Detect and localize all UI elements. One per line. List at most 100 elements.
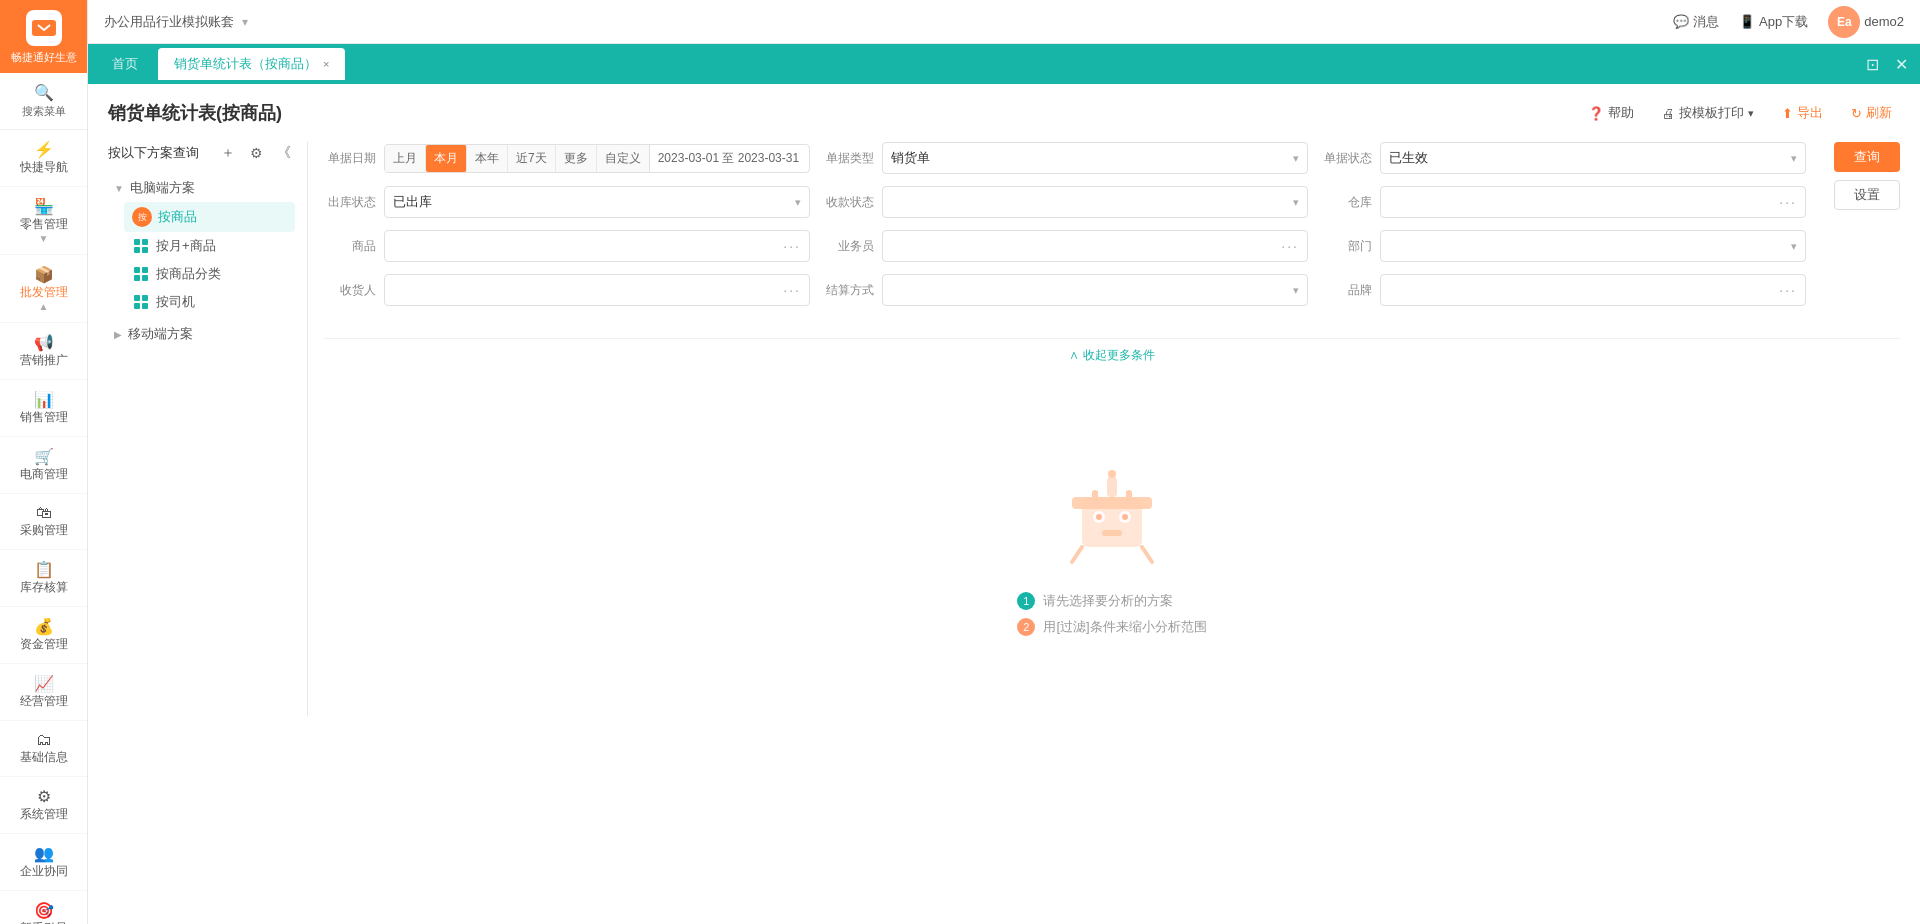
filter-field-brand: 品牌 ··· [1320,274,1806,306]
header-right: 💬 消息 📱 App下载 Ea demo2 [1673,6,1904,38]
brand-control[interactable]: ··· [1380,274,1806,306]
tab-close-icon[interactable]: × [323,58,329,70]
message-label: 消息 [1693,13,1719,31]
app-download-icon: 📱 [1739,14,1755,29]
tree-group-mobile-header[interactable]: ▶ 移动端方案 [108,320,295,348]
doc-status-control[interactable]: 已生效 ▾ [1380,142,1806,174]
industry-chevron: ▾ [242,15,248,29]
template-print-btn[interactable]: 🖨 按模板打印 ▾ [1654,100,1762,126]
nav-item-system[interactable]: ⚙ 系统管理 [0,777,87,834]
nav-item-inventory[interactable]: 📋 库存核算 [0,550,87,607]
operations-label: 经营管理 [20,693,68,710]
filter-field-doc-type: 单据类型 销货单 ▾ [822,142,1308,174]
settings-button[interactable]: 设置 [1834,180,1900,210]
filter-field-department: 部门 ▾ [1320,230,1806,262]
tab-home-label: 首页 [112,55,138,73]
export-btn[interactable]: ⬆ 导出 [1774,100,1831,126]
help-btn[interactable]: ❓ 帮助 [1580,100,1642,126]
date-tab-7days[interactable]: 近7天 [508,145,556,172]
nav-item-sales[interactable]: 📊 销售管理 [0,380,87,437]
action-buttons: 查询 设置 [1834,142,1900,210]
department-control[interactable]: ▾ [1380,230,1806,262]
filter-fields-area: 单据日期 上月 本月 本年 近7天 更多 自定义 [324,142,1806,318]
nav-item-retail[interactable]: 🏪 零售管理 ▼ [0,187,87,255]
header-left: 办公用品行业模拟账套 ▾ [104,13,248,31]
filter-row-date-type-status: 单据日期 上月 本月 本年 近7天 更多 自定义 [324,142,1806,174]
nav-item-marketing[interactable]: 📢 营销推广 [0,323,87,380]
scheme-panel: 按以下方案查询 ＋ ⚙ 《 ▼ 电脑端方案 [108,142,308,716]
collapse-conditions-bar[interactable]: ∧ 收起更多条件 [324,338,1900,372]
nav-item-finance[interactable]: 💰 资金管理 [0,607,87,664]
date-tab-custom[interactable]: 自定义 [597,145,649,172]
svg-rect-8 [142,275,148,281]
export-label: 导出 [1797,104,1823,122]
doc-type-label: 单据类型 [822,150,874,167]
date-filter-control[interactable]: 上月 本月 本年 近7天 更多 自定义 2023-03-01 至 2023-03… [384,144,810,173]
scheme-settings-btn[interactable]: ⚙ [245,142,267,164]
tip-text-1: 请先选择要分析的方案 [1043,592,1173,610]
date-tab-more[interactable]: 更多 [556,145,597,172]
tip-num-2: 2 [1017,618,1035,636]
nav-item-purchase[interactable]: 🛍 采购管理 [0,494,87,550]
tree-group-pc-header[interactable]: ▼ 电脑端方案 [108,174,295,202]
nav-item-guide[interactable]: 🎯 新手引导 [0,891,87,924]
doc-type-control[interactable]: 销货单 ▾ [882,142,1308,174]
settle-control[interactable]: ▾ [882,274,1308,306]
driver-icon [132,293,150,311]
query-button[interactable]: 查询 [1834,142,1900,172]
app-download-btn[interactable]: 📱 App下载 [1739,13,1808,31]
consignee-control[interactable]: ··· [384,274,810,306]
tree-item-month-goods[interactable]: 按月+商品 [124,232,295,260]
svg-point-17 [1096,514,1102,520]
date-tab-last-month[interactable]: 上月 [385,145,426,172]
goods-control[interactable]: ··· [384,230,810,262]
restore-window-btn[interactable]: ⊡ [1862,51,1883,78]
refresh-btn[interactable]: ↻ 刷新 [1843,100,1900,126]
tab-home[interactable]: 首页 [96,48,154,80]
settle-chevron: ▾ [1293,284,1299,297]
template-print-arrow: ▾ [1748,107,1754,120]
message-btn[interactable]: 💬 消息 [1673,13,1719,31]
receipt-status-control[interactable]: ▾ [882,186,1308,218]
svg-rect-2 [142,239,148,245]
doc-type-chevron: ▾ [1293,152,1299,165]
nav-item-wholesale[interactable]: 📦 批发管理 ▲ [0,255,87,323]
out-status-control[interactable]: 已出库 ▾ [384,186,810,218]
tree-group-mobile: ▶ 移动端方案 [108,320,295,348]
sidebar: 畅捷通好生意 🔍 搜索菜单 ⚡ 快捷导航 🏪 零售管理 ▼ 📦 批发管理 ▲ 📢… [0,0,88,924]
page-header: 销货单统计表(按商品) ❓ 帮助 🖨 按模板打印 ▾ ⬆ 导出 [108,100,1900,126]
svg-rect-9 [134,295,140,301]
nav-item-ecommerce[interactable]: 🛒 电商管理 [0,437,87,494]
template-print-label: 按模板打印 [1679,104,1744,122]
scheme-collapse-btn[interactable]: 《 [273,142,295,164]
scheme-add-btn[interactable]: ＋ [217,142,239,164]
nav-item-base-info[interactable]: 🗂 基础信息 [0,721,87,777]
goods-dots: ··· [783,238,801,254]
user-avatar-btn[interactable]: Ea demo2 [1828,6,1904,38]
filter-field-warehouse: 仓库 ··· [1320,186,1806,218]
out-status-label: 出库状态 [324,194,376,211]
tab-sales-report[interactable]: 销货单统计表（按商品） × [158,48,345,80]
tree-item-driver[interactable]: 按司机 [124,288,295,316]
top-header: 办公用品行业模拟账套 ▾ 💬 消息 📱 App下载 Ea demo2 [88,0,1920,44]
salesperson-control[interactable]: ··· [882,230,1308,262]
tree-item-by-goods[interactable]: 按 按商品 [124,202,295,232]
wholesale-icon: 📦 [34,265,54,284]
refresh-icon: ↻ [1851,106,1862,121]
tree-item-goods-cat[interactable]: 按商品分类 [124,260,295,288]
filter-field-out-status: 出库状态 已出库 ▾ [324,186,810,218]
scheme-panel-header: 按以下方案查询 ＋ ⚙ 《 [108,142,295,164]
refresh-label: 刷新 [1866,104,1892,122]
date-tab-this-year[interactable]: 本年 [467,145,508,172]
out-status-chevron: ▾ [795,196,801,209]
close-window-btn[interactable]: ✕ [1891,51,1912,78]
nav-item-quick[interactable]: ⚡ 快捷导航 [0,130,87,187]
tree-item-driver-label: 按司机 [156,293,195,311]
search-menu-item[interactable]: 🔍 搜索菜单 [0,73,87,130]
nav-item-operations[interactable]: 📈 经营管理 [0,664,87,721]
warehouse-control[interactable]: ··· [1380,186,1806,218]
quick-nav-icon: ⚡ [34,140,54,159]
empty-illustration [1052,452,1172,572]
date-tab-this-month[interactable]: 本月 [426,145,467,172]
nav-item-enterprise[interactable]: 👥 企业协同 [0,834,87,891]
